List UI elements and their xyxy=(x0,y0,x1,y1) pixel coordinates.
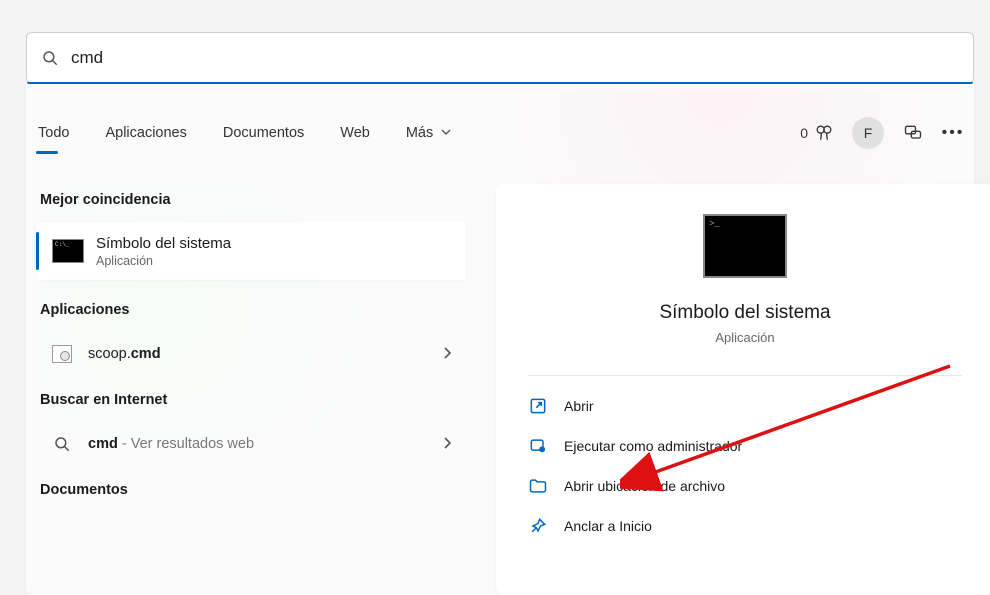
chevron-right-icon xyxy=(442,346,452,362)
action-open-location-label: Abrir ubicación de archivo xyxy=(564,478,725,494)
action-open[interactable]: Abrir xyxy=(496,386,990,426)
web-section-label: Buscar en Internet xyxy=(36,376,466,422)
app-result-match: cmd xyxy=(131,346,161,362)
web-result-suffix: - Ver resultados web xyxy=(118,436,254,452)
script-file-icon xyxy=(52,345,72,363)
medal-icon xyxy=(814,123,834,143)
app-result-scoop-cmd[interactable]: scoop.cmd xyxy=(36,332,466,376)
chevron-down-icon xyxy=(441,125,451,141)
action-open-label: Abrir xyxy=(564,398,594,414)
tab-aplicaciones[interactable]: Aplicaciones xyxy=(103,121,188,145)
search-icon xyxy=(50,434,74,454)
avatar[interactable]: F xyxy=(852,117,884,149)
shield-admin-icon xyxy=(528,436,548,456)
apps-section-label: Aplicaciones xyxy=(36,280,466,332)
best-match-label: Mejor coincidencia xyxy=(36,184,466,222)
divider xyxy=(528,375,962,376)
action-open-location[interactable]: Abrir ubicación de archivo xyxy=(496,466,990,506)
chevron-right-icon xyxy=(442,436,452,452)
tab-mas[interactable]: Más xyxy=(404,121,453,145)
folder-icon xyxy=(528,476,548,496)
tab-documentos[interactable]: Documentos xyxy=(221,121,306,145)
app-result-prefix: scoop. xyxy=(88,346,131,362)
web-result-cmd[interactable]: cmd - Ver resultados web xyxy=(36,422,466,466)
docs-section-label: Documentos xyxy=(36,466,466,512)
best-match-subtitle: Aplicación xyxy=(96,254,231,268)
cmd-app-icon xyxy=(703,214,787,278)
open-icon xyxy=(528,396,548,416)
rewards-points: 0 xyxy=(800,125,808,141)
pin-icon xyxy=(528,516,548,536)
tab-mas-label: Más xyxy=(406,125,433,141)
more-button[interactable]: ••• xyxy=(942,122,964,144)
action-pin-start[interactable]: Anclar a Inicio xyxy=(496,506,990,546)
tab-todo[interactable]: Todo xyxy=(36,121,71,145)
search-icon xyxy=(41,49,59,67)
best-match-title: Símbolo del sistema xyxy=(96,234,231,254)
search-input[interactable] xyxy=(71,48,959,68)
web-result-query: cmd xyxy=(88,436,118,452)
tab-web[interactable]: Web xyxy=(338,121,372,145)
best-match-result[interactable]: Símbolo del sistema Aplicación xyxy=(36,222,466,280)
preview-panel: Símbolo del sistema Aplicación Abrir Eje… xyxy=(496,184,990,595)
action-run-admin-label: Ejecutar como administrador xyxy=(564,438,742,454)
chat-icon[interactable] xyxy=(902,122,924,144)
preview-title: Símbolo del sistema xyxy=(496,302,990,324)
action-pin-start-label: Anclar a Inicio xyxy=(564,518,652,534)
rewards-button[interactable]: 0 xyxy=(800,123,834,143)
search-panel: Todo Aplicaciones Documentos Web Más 0 F xyxy=(26,32,974,595)
filter-tabs: Todo Aplicaciones Documentos Web Más 0 F xyxy=(36,110,964,156)
cmd-app-icon xyxy=(52,239,84,263)
action-run-admin[interactable]: Ejecutar como administrador xyxy=(496,426,990,466)
search-box[interactable] xyxy=(26,32,974,84)
preview-subtitle: Aplicación xyxy=(496,330,990,345)
